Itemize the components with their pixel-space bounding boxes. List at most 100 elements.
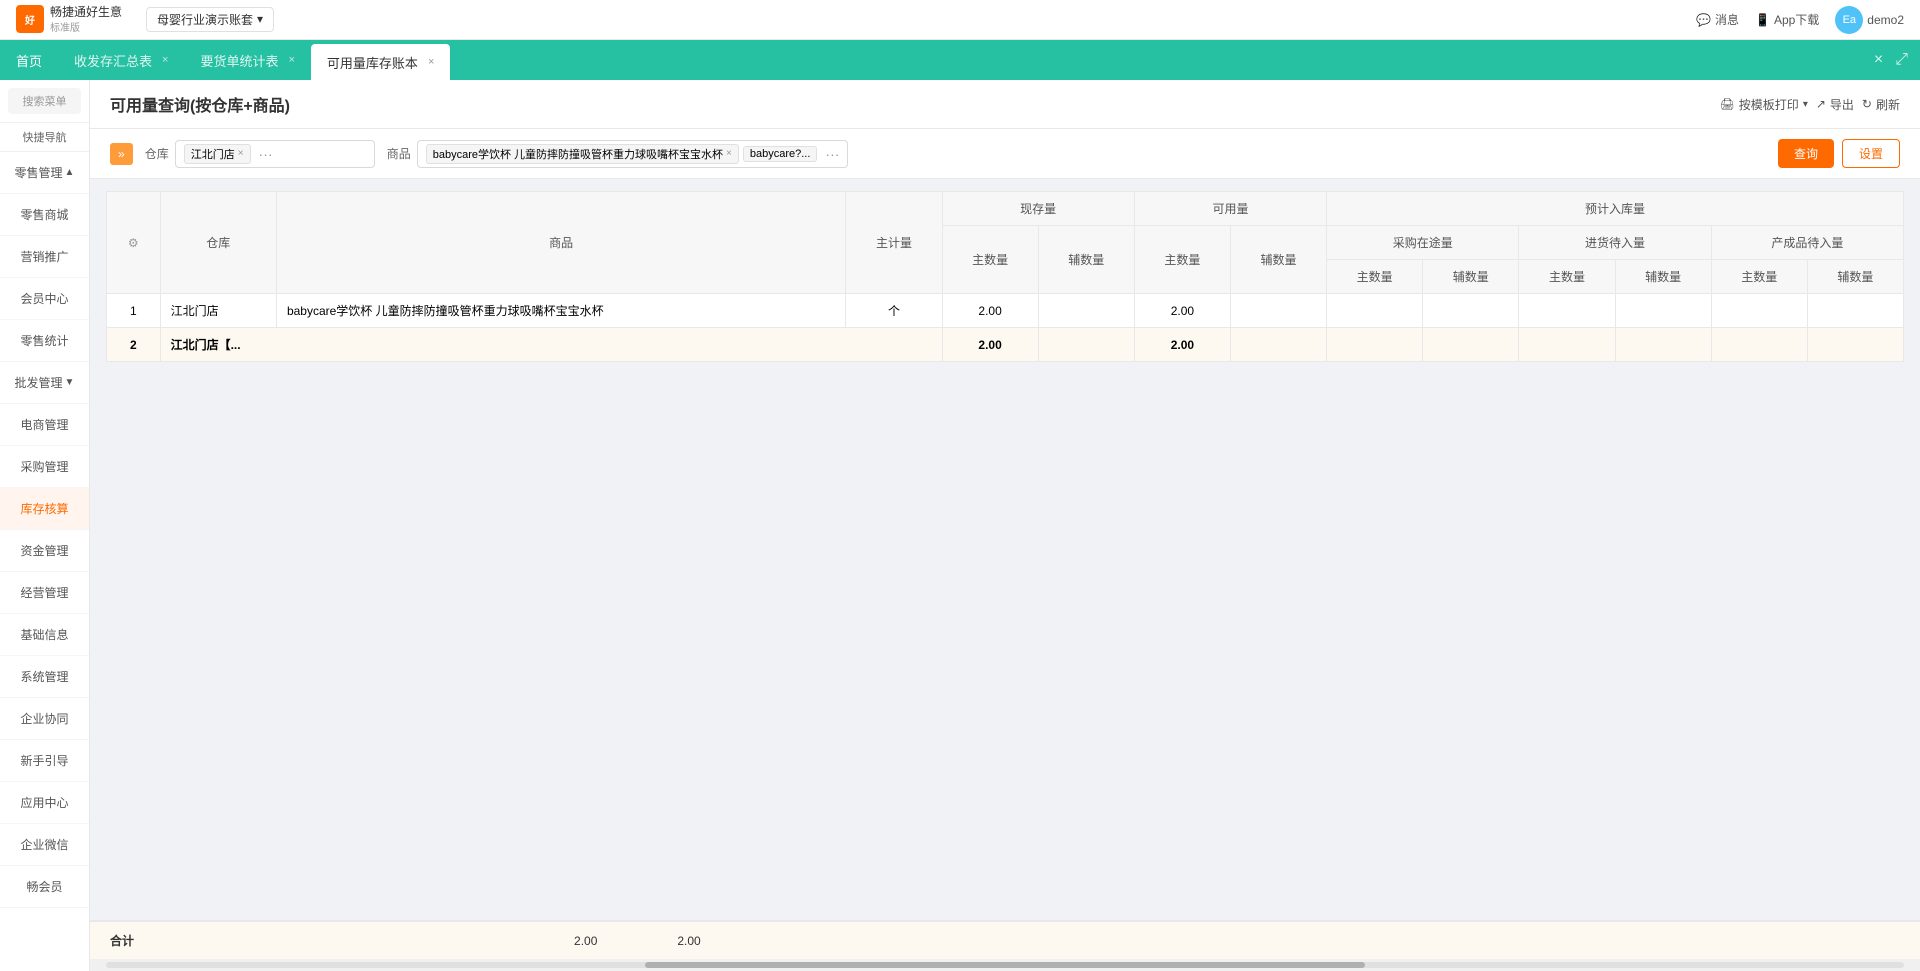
sidebar-item-new-guide[interactable]: 新手引导 — [0, 740, 89, 782]
warehouse-input[interactable]: 江北门店 × ··· — [175, 140, 375, 168]
warehouse-more-icon[interactable]: ··· — [259, 146, 273, 162]
refresh-btn[interactable]: ↻ 刷新 — [1862, 96, 1900, 113]
tab-available-stock-close[interactable]: × — [428, 56, 434, 68]
row-main-unit: 个 — [846, 294, 942, 328]
refresh-icon: ↻ — [1862, 97, 1872, 111]
row-stock-main: 2.00 — [942, 294, 1038, 328]
col-avail-aux: 辅数量 — [1230, 226, 1326, 294]
logo-area: 好 畅捷通好生意 标准版 — [16, 5, 122, 34]
nav-close-btn[interactable]: × — [1870, 47, 1887, 73]
sidebar-item-member-center-label: 会员中心 — [20, 290, 68, 307]
sidebar-item-retail-mall[interactable]: 零售商城 — [0, 194, 89, 236]
row-prod-aux — [1807, 294, 1903, 328]
nav-tabs-right: × ⤢ — [1870, 40, 1920, 80]
col-forecast-header: 预计入库量 — [1327, 192, 1904, 226]
sidebar-item-finance-mgmt[interactable]: 资金管理 — [0, 530, 89, 572]
sidebar-item-purchase-mgmt[interactable]: 采购管理 — [0, 446, 89, 488]
col-pur-aux: 辅数量 — [1423, 260, 1519, 294]
warehouse-tag-remove[interactable]: × — [238, 148, 244, 159]
horizontal-scrollbar[interactable] — [90, 959, 1920, 971]
sidebar-item-inventory-check[interactable]: 库存核算 — [0, 488, 89, 530]
filter-actions: 查询 设置 — [1778, 139, 1900, 168]
page-header: 可用量查询(按仓库+商品) 🖨 按模板打印 ▾ ↗ 导出 ↻ 刷新 — [90, 80, 1920, 129]
col-purchase-transit: 采购在途量 — [1327, 226, 1519, 260]
product-tag-1-remove[interactable]: × — [726, 148, 732, 159]
export-btn[interactable]: ↗ 导出 — [1816, 96, 1854, 113]
logo-text: 畅捷通好生意 — [50, 5, 122, 19]
sidebar-item-wholesale-mgmt[interactable]: 批发管理 ▼ — [0, 362, 89, 404]
col-warehouse: 仓库 — [160, 192, 276, 294]
logo-subtext: 标准版 — [50, 19, 122, 34]
col-product: 商品 — [276, 192, 845, 294]
sidebar-item-member-center[interactable]: 会员中心 — [0, 278, 89, 320]
col-main-unit: 主计量 — [846, 192, 942, 294]
tab-available-stock[interactable]: 可用量库存账本 × — [311, 44, 450, 80]
sidebar-item-member-vip[interactable]: 畅会员 — [0, 866, 89, 908]
message-icon: 💬 — [1696, 13, 1711, 27]
tab-order-stats-close[interactable]: × — [288, 54, 294, 66]
subtotal-prod-main — [1711, 328, 1807, 362]
sidebar-item-ecommerce-mgmt[interactable]: 电商管理 — [0, 404, 89, 446]
product-more-icon[interactable]: ··· — [825, 146, 839, 162]
product-tag-1: babycare学饮杯 儿童防摔防撞吸管杯重力球吸嘴杯宝宝水杯 × — [426, 144, 739, 164]
app-download-btn[interactable]: 📱 App下载 — [1755, 11, 1819, 28]
sidebar-quick-nav[interactable]: 快捷导航 — [0, 123, 89, 152]
tab-order-stats[interactable]: 要货单统计表 × — [184, 40, 310, 80]
warehouse-label: 仓库 — [145, 145, 169, 162]
sidebar-item-enterprise-collab[interactable]: 企业协同 — [0, 698, 89, 740]
filter-bar: » 仓库 江北门店 × ··· 商品 babycare学饮杯 儿童防摔防撞吸管杯… — [90, 129, 1920, 179]
sidebar-item-operations-mgmt[interactable]: 经营管理 — [0, 572, 89, 614]
product-filter-group: 商品 babycare学饮杯 儿童防摔防撞吸管杯重力球吸嘴杯宝宝水杯 × bab… — [387, 140, 849, 168]
sidebar-item-enterprise-wechat[interactable]: 企业微信 — [0, 824, 89, 866]
sidebar-item-retail-stats-label: 零售统计 — [20, 332, 68, 349]
user-profile[interactable]: Ea demo2 — [1835, 6, 1904, 34]
query-btn[interactable]: 查询 — [1778, 139, 1834, 168]
warehouse-tag-value: 江北门店 — [191, 146, 235, 162]
settings-btn[interactable]: 设置 — [1842, 139, 1900, 168]
logo-icon: 好 — [16, 5, 44, 33]
col-stock-header: 现存量 — [942, 192, 1134, 226]
nav-expand-btn[interactable]: ⤢ — [1891, 47, 1912, 73]
row-pur-aux — [1423, 294, 1519, 328]
col-incoming-pending: 进货待入量 — [1519, 226, 1711, 260]
expand-filter-btn[interactable]: » — [110, 143, 133, 165]
col-avail-main: 主数量 — [1134, 226, 1230, 294]
row-avail-main: 2.00 — [1134, 294, 1230, 328]
total-stock-main: 2.00 — [574, 934, 597, 948]
sidebar-item-enterprise-collab-label: 企业协同 — [20, 710, 68, 727]
tab-order-stats-label: 要货单统计表 — [200, 51, 278, 70]
row-inc-main — [1519, 294, 1615, 328]
message-btn[interactable]: 💬 消息 — [1696, 11, 1739, 28]
chevron-down-icon: ▼ — [65, 377, 75, 388]
row-prod-main — [1711, 294, 1807, 328]
scrollbar-thumb[interactable] — [645, 962, 1364, 968]
row-stock-aux — [1038, 294, 1134, 328]
page-title: 可用量查询(按仓库+商品) — [110, 92, 290, 128]
print-btn[interactable]: 🖨 按模板打印 ▾ — [1720, 96, 1808, 113]
product-input[interactable]: babycare学饮杯 儿童防摔防撞吸管杯重力球吸嘴杯宝宝水杯 × babyca… — [417, 140, 849, 168]
product-tag-2: babycare?... — [743, 146, 818, 162]
col-prod-main: 主数量 — [1711, 260, 1807, 294]
content-area: 可用量查询(按仓库+商品) 🖨 按模板打印 ▾ ↗ 导出 ↻ 刷新 » — [90, 80, 1920, 971]
sidebar-item-app-center[interactable]: 应用中心 — [0, 782, 89, 824]
top-bar-right: 💬 消息 📱 App下载 Ea demo2 — [1696, 6, 1904, 34]
product-tag-1-value: babycare学饮杯 儿童防摔防撞吸管杯重力球吸嘴杯宝宝水杯 — [433, 146, 723, 162]
product-label: 商品 — [387, 145, 411, 162]
sidebar-item-retail-stats[interactable]: 零售统计 — [0, 320, 89, 362]
tab-receive-pay-close[interactable]: × — [162, 54, 168, 66]
sidebar-item-retail-mall-label: 零售商城 — [20, 206, 68, 223]
col-gear[interactable]: ⚙ — [107, 192, 161, 294]
subtotal-no: 2 — [107, 328, 161, 362]
industry-selector[interactable]: 母婴行业演示账套 ▾ — [146, 7, 274, 32]
sidebar-search-btn[interactable]: 搜索菜单 — [8, 88, 81, 114]
tab-home[interactable]: 首页 — [0, 40, 58, 80]
sidebar-item-basic-info[interactable]: 基础信息 — [0, 614, 89, 656]
sidebar-item-retail-mgmt[interactable]: 零售管理 ▲ — [0, 152, 89, 194]
sidebar-item-marketing[interactable]: 营销推广 — [0, 236, 89, 278]
warehouse-tag: 江北门店 × — [184, 144, 251, 164]
sidebar-item-wholesale-mgmt-label: 批发管理 — [15, 374, 63, 391]
table-footer: 合计 2.00 2.00 — [90, 920, 1920, 959]
sidebar-item-system-mgmt[interactable]: 系统管理 — [0, 656, 89, 698]
total-label: 合计 — [110, 932, 134, 949]
tab-receive-pay[interactable]: 收发存汇总表 × — [58, 40, 184, 80]
